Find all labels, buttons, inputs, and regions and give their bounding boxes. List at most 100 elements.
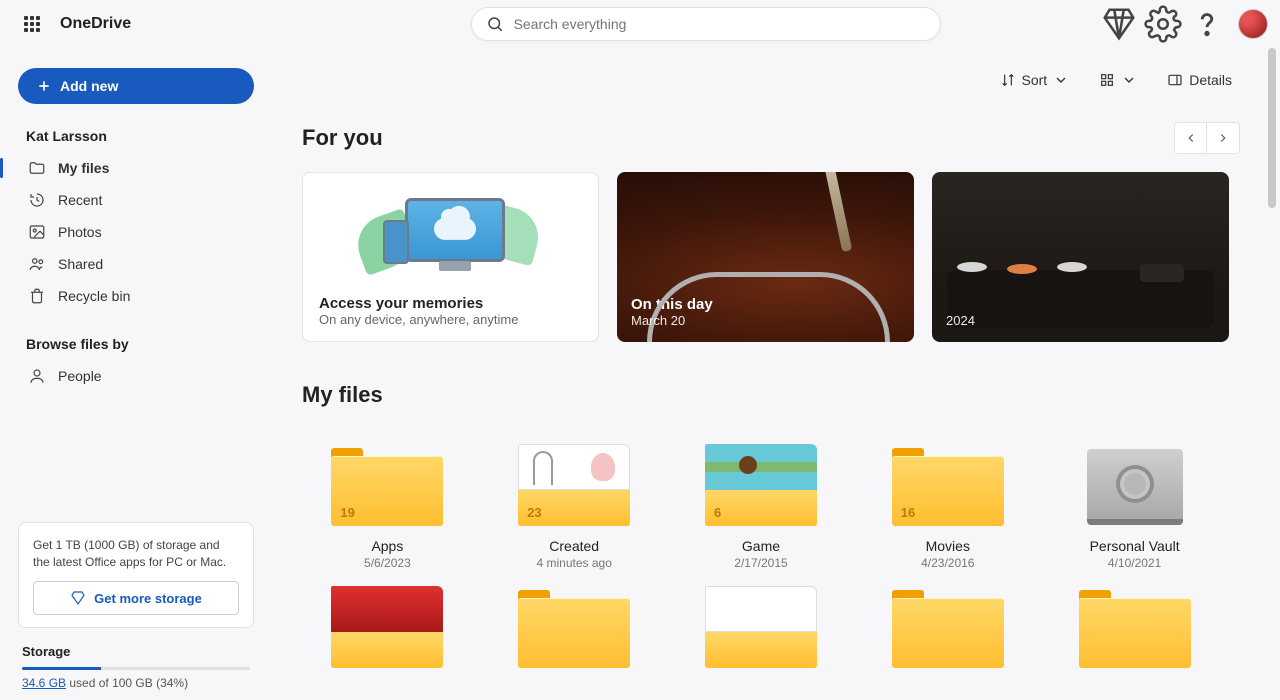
details-label: Details xyxy=(1189,72,1232,88)
folder-name: Personal Vault xyxy=(1090,538,1180,554)
folder-date: 4 minutes ago xyxy=(537,556,612,570)
folder-item[interactable] xyxy=(489,590,660,668)
folder-thumbnail: 19 xyxy=(331,448,443,526)
folder-item[interactable]: 23 Created 4 minutes ago xyxy=(489,448,660,570)
sidebar-item-label: Recent xyxy=(58,192,102,208)
folder-thumbnail: 16 xyxy=(892,448,1004,526)
sidebar-item-people[interactable]: People xyxy=(18,360,254,392)
storage-upsell-text: Get 1 TB (1000 GB) of storage and the la… xyxy=(33,537,239,571)
my-files-heading: My files xyxy=(264,382,1280,408)
card-subtitle: On any device, anywhere, anytime xyxy=(319,312,582,327)
sidebar: Add new Kat Larsson My files Recent Phot… xyxy=(0,48,264,700)
folder-item[interactable]: 6 Game 2/17/2015 xyxy=(676,448,847,570)
folder-count: 23 xyxy=(527,505,541,520)
tiles-icon xyxy=(1099,72,1115,88)
folder-thumbnail xyxy=(518,590,630,668)
app-launcher-button[interactable] xyxy=(12,4,52,44)
for-you-heading: For you xyxy=(264,125,383,151)
sidebar-item-recent[interactable]: Recent xyxy=(18,184,254,216)
storage-button-label: Get more storage xyxy=(94,591,202,606)
storage-usage-text: 34.6 GB used of 100 GB (34%) xyxy=(22,676,250,690)
browse-by-heading: Browse files by xyxy=(18,336,254,352)
sidebar-item-shared[interactable]: Shared xyxy=(18,248,254,280)
gear-icon xyxy=(1144,5,1182,43)
folder-item[interactable]: 19 Apps 5/6/2023 xyxy=(302,448,473,570)
folder-name: Created xyxy=(549,538,599,554)
sort-label: Sort xyxy=(1022,72,1048,88)
foryou-on-this-day-card[interactable]: On this day March 20 xyxy=(617,172,914,342)
people-icon xyxy=(28,255,46,273)
foryou-next-button[interactable] xyxy=(1207,123,1239,153)
avatar[interactable] xyxy=(1238,9,1268,39)
folder-thumbnail: 23 xyxy=(518,448,630,526)
spoon-decor xyxy=(823,172,851,252)
folder-thumbnail xyxy=(331,590,443,668)
chevron-left-icon xyxy=(1184,131,1198,145)
question-icon xyxy=(1188,5,1226,43)
foryou-memories-card[interactable]: Access your memories On any device, anyw… xyxy=(302,172,599,342)
folder-count: 16 xyxy=(901,505,915,520)
add-new-button[interactable]: Add new xyxy=(18,68,254,104)
folder-thumbnail: 6 xyxy=(705,448,817,526)
folder-date: 4/23/2016 xyxy=(921,556,974,570)
foryou-prev-button[interactable] xyxy=(1175,123,1207,153)
image-icon xyxy=(28,223,46,241)
sidebar-item-my-files[interactable]: My files xyxy=(18,152,254,184)
folder-item[interactable] xyxy=(302,590,473,668)
folder-item[interactable] xyxy=(676,590,847,668)
sidebar-item-label: Recycle bin xyxy=(58,288,130,304)
add-new-label: Add new xyxy=(60,78,118,94)
folder-thumbnail xyxy=(892,590,1004,668)
chevron-down-icon xyxy=(1121,72,1137,88)
storage-heading: Storage xyxy=(22,644,250,659)
sidebar-item-label: People xyxy=(58,368,102,384)
premium-button[interactable] xyxy=(1100,5,1138,43)
folder-count: 6 xyxy=(714,505,721,520)
settings-button[interactable] xyxy=(1144,5,1182,43)
card-subtitle: March 20 xyxy=(631,313,900,328)
folder-item[interactable] xyxy=(1049,590,1220,668)
folder-date: 4/10/2021 xyxy=(1108,556,1161,570)
sidebar-item-recycle-bin[interactable]: Recycle bin xyxy=(18,280,254,312)
app-title: OneDrive xyxy=(60,15,131,33)
storage-bar xyxy=(22,667,250,670)
card-subtitle: 2024 xyxy=(946,313,1215,328)
search-input[interactable] xyxy=(514,16,926,32)
scrollbar[interactable] xyxy=(1268,48,1276,208)
folder-name: Game xyxy=(742,538,780,554)
files-grid: 19 Apps 5/6/2023 23 Created 4 minutes ag… xyxy=(264,408,1280,668)
folder-item[interactable]: 16 Movies 4/23/2016 xyxy=(862,448,1033,570)
sidebar-user-name: Kat Larsson xyxy=(18,128,254,144)
folder-name: Apps xyxy=(371,538,403,554)
help-button[interactable] xyxy=(1188,5,1226,43)
chevron-down-icon xyxy=(1053,72,1069,88)
folder-count: 19 xyxy=(340,505,354,520)
diamond-icon xyxy=(70,590,86,606)
foryou-moments-card[interactable]: February moments 2024 xyxy=(932,172,1229,342)
storage-usage-link[interactable]: 34.6 GB xyxy=(22,676,66,690)
folder-date: 2/17/2015 xyxy=(734,556,787,570)
view-options-button[interactable] xyxy=(1091,66,1145,94)
person-icon xyxy=(28,367,46,385)
folder-date: 5/6/2023 xyxy=(364,556,411,570)
trash-icon xyxy=(28,287,46,305)
details-pane-button[interactable]: Details xyxy=(1159,66,1240,94)
sidebar-item-photos[interactable]: Photos xyxy=(18,216,254,248)
info-panel-icon xyxy=(1167,72,1183,88)
sidebar-item-label: My files xyxy=(58,160,109,176)
personal-vault-item[interactable]: Personal Vault 4/10/2021 xyxy=(1049,448,1220,570)
folder-thumbnail xyxy=(705,590,817,668)
sort-icon xyxy=(1000,72,1016,88)
folder-item[interactable] xyxy=(862,590,1033,668)
main-content: Sort Details For you xyxy=(264,48,1280,700)
sort-button[interactable]: Sort xyxy=(992,66,1078,94)
folder-name: Movies xyxy=(926,538,970,554)
memories-illustration xyxy=(319,191,582,295)
folder-thumbnail xyxy=(1079,590,1191,668)
cooking-pot-decor xyxy=(647,272,891,342)
vault-icon xyxy=(1079,448,1191,526)
folder-icon xyxy=(28,159,46,177)
search-box[interactable] xyxy=(471,7,941,41)
plus-icon xyxy=(36,78,52,94)
get-more-storage-button[interactable]: Get more storage xyxy=(33,581,239,615)
